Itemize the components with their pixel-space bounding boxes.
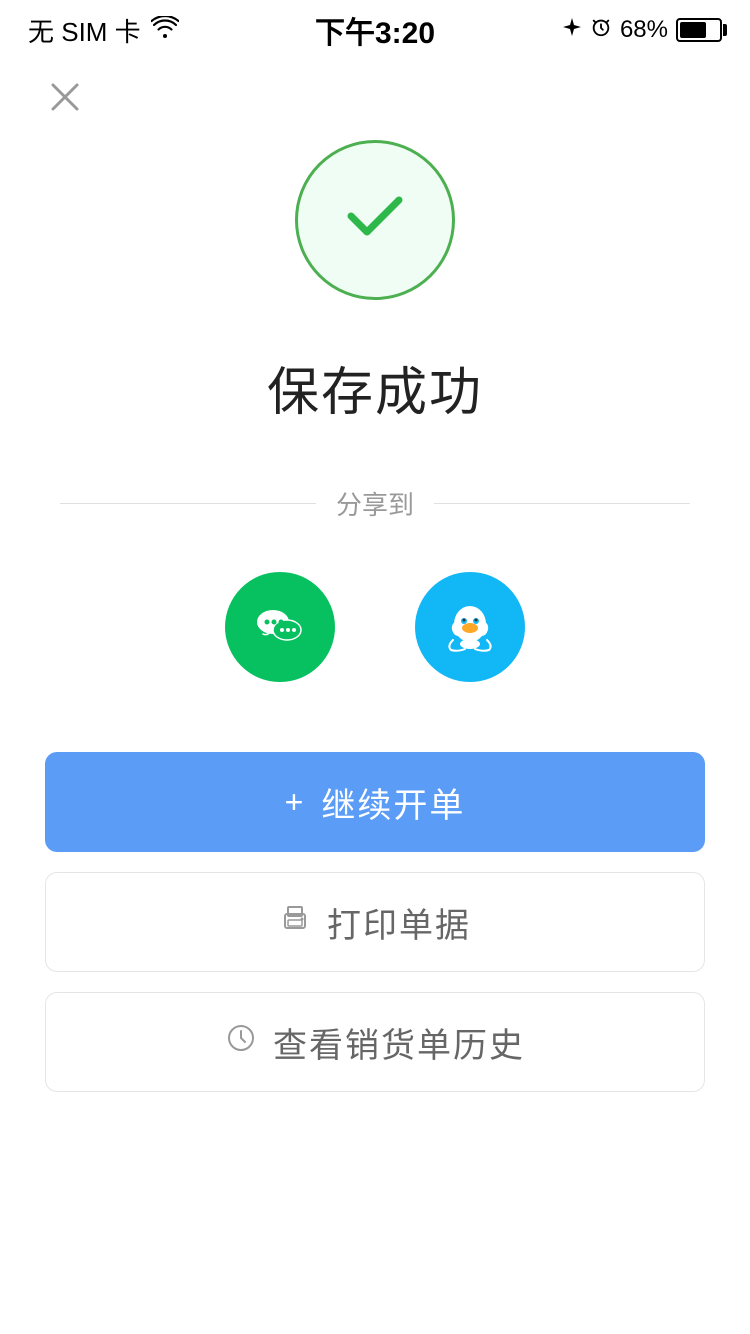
print-label: 打印单据 — [327, 898, 471, 947]
success-title: 保存成功 — [267, 350, 483, 425]
status-time: 下午3:20 — [315, 8, 435, 52]
checkmark-icon — [335, 174, 415, 267]
history-button[interactable]: 查看销货单历史 — [45, 992, 705, 1092]
wechat-button[interactable] — [225, 572, 335, 682]
printer-icon — [279, 902, 311, 942]
continue-label: 继续开单 — [321, 778, 465, 827]
close-button[interactable] — [40, 72, 90, 122]
share-icons — [225, 572, 525, 682]
buttons-section: + 继续开单 打印单据 查看销货单历史 — [45, 752, 705, 1092]
clock-icon — [225, 1022, 257, 1062]
plus-icon: + — [285, 784, 306, 821]
history-label: 查看销货单历史 — [273, 1018, 525, 1067]
alarm-icon — [590, 16, 612, 45]
divider-right — [434, 503, 690, 504]
sim-label: 无 SIM 卡 — [28, 12, 141, 49]
status-right: 68% — [562, 16, 722, 45]
location-icon — [562, 16, 582, 44]
qq-button[interactable] — [415, 572, 525, 682]
status-left: 无 SIM 卡 — [28, 12, 179, 49]
main-content: 保存成功 分享到 — [0, 60, 750, 1092]
share-divider: 分享到 — [0, 485, 750, 522]
divider-left — [60, 503, 316, 504]
wifi-icon — [151, 16, 179, 45]
share-label: 分享到 — [336, 485, 414, 522]
print-button[interactable]: 打印单据 — [45, 872, 705, 972]
battery-icon — [676, 18, 722, 42]
battery-percent: 68% — [620, 16, 668, 44]
success-circle — [295, 140, 455, 300]
share-section: 分享到 — [0, 485, 750, 682]
status-bar: 无 SIM 卡 下午3:20 68% — [0, 0, 750, 60]
continue-button[interactable]: + 继续开单 — [45, 752, 705, 852]
